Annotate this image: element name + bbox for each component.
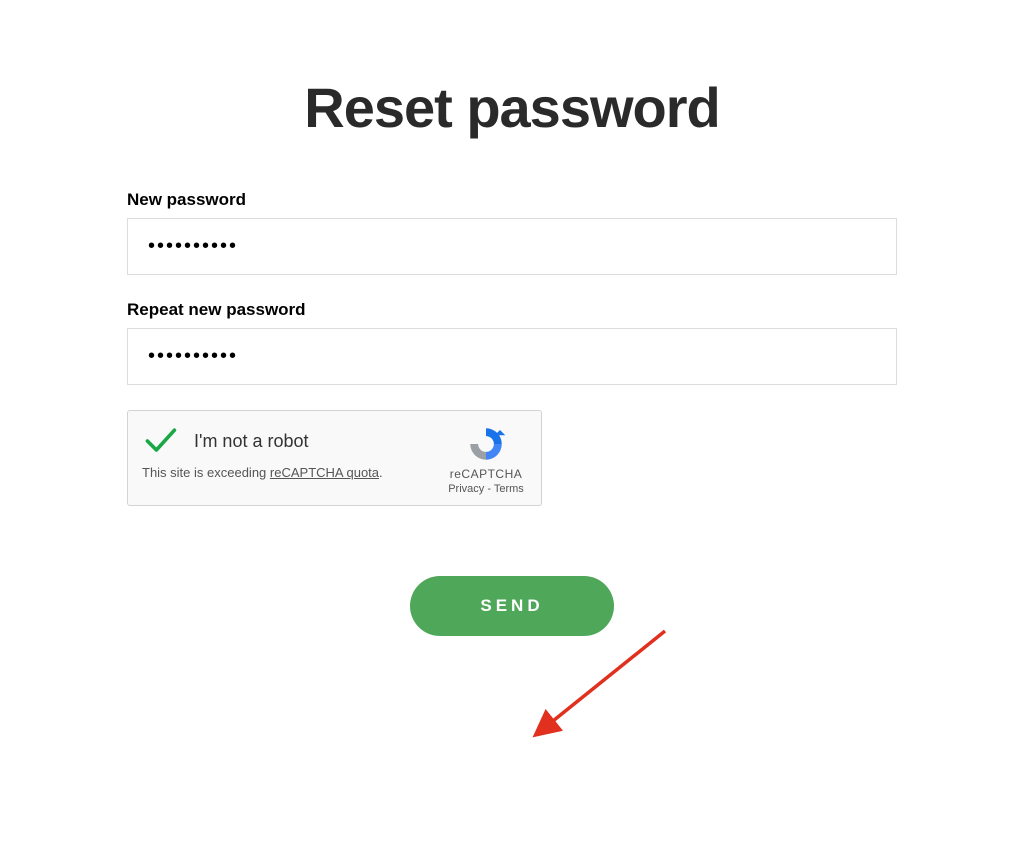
recaptcha-privacy-link[interactable]: Privacy [448, 483, 484, 495]
recaptcha-label: I'm not a robot [194, 431, 309, 452]
recaptcha-warning: This site is exceeding reCAPTCHA quota. [142, 465, 445, 480]
annotation-arrow-icon [520, 623, 680, 753]
new-password-group: New password [127, 190, 897, 275]
repeat-password-group: Repeat new password [127, 300, 897, 385]
recaptcha-links: Privacy - Terms [448, 483, 524, 495]
send-button[interactable]: SEND [410, 576, 613, 636]
recaptcha-logo-icon [465, 423, 507, 465]
new-password-label: New password [127, 190, 897, 210]
recaptcha-terms-link[interactable]: Terms [494, 483, 524, 495]
recaptcha-brand: reCAPTCHA [450, 467, 523, 481]
recaptcha-widget[interactable]: I'm not a robot This site is exceeding r… [127, 410, 542, 506]
repeat-password-input[interactable] [127, 328, 897, 385]
new-password-input[interactable] [127, 218, 897, 275]
checkmark-icon [142, 423, 178, 459]
recaptcha-quota-link[interactable]: reCAPTCHA quota [270, 465, 379, 480]
page-title: Reset password [127, 75, 897, 140]
repeat-password-label: Repeat new password [127, 300, 897, 320]
